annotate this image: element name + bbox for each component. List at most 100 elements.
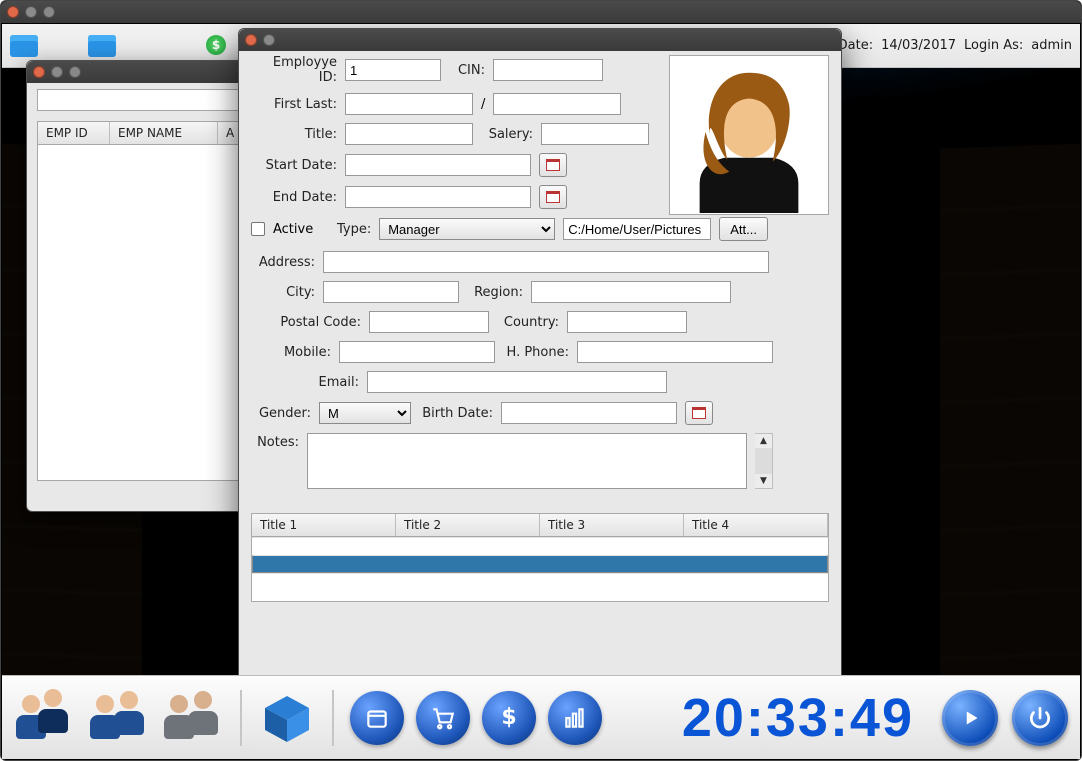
label-mobile: Mobile: — [251, 345, 331, 360]
cin-field[interactable] — [493, 59, 603, 81]
maximize-icon[interactable] — [69, 66, 81, 78]
toolbar-left: $ — [10, 35, 226, 57]
label-notes: Notes: — [251, 433, 299, 450]
notes-field[interactable] — [307, 433, 747, 489]
col-title-1[interactable]: Title 1 — [252, 514, 396, 536]
label-address: Address: — [251, 255, 315, 270]
inventory-icon[interactable] — [258, 689, 316, 747]
close-icon[interactable] — [7, 6, 19, 18]
team-icon[interactable] — [162, 689, 224, 747]
login-label: Login As: — [964, 38, 1023, 53]
minimize-icon[interactable] — [263, 34, 275, 46]
dialog-table[interactable]: Title 1 Title 2 Title 3 Title 4 — [251, 513, 829, 602]
main-titlebar[interactable] — [1, 1, 1081, 23]
table-row[interactable] — [252, 555, 828, 573]
col-emp-id[interactable]: EMP ID — [38, 122, 110, 144]
scroll-up-icon[interactable]: ▲ — [755, 434, 772, 448]
label-title: Title: — [251, 127, 337, 142]
reports-icon[interactable] — [548, 691, 602, 745]
attach-button[interactable]: Att... — [719, 217, 768, 241]
label-first-last: First Last: — [251, 97, 337, 112]
dock-separator — [332, 690, 334, 746]
login-value: admin — [1031, 38, 1072, 53]
label-type: Type: — [329, 222, 371, 237]
active-checkbox[interactable] — [251, 222, 265, 236]
col-title-3[interactable]: Title 3 — [540, 514, 684, 536]
avatar-icon — [670, 55, 828, 214]
label-email: Email: — [251, 375, 359, 390]
scroll-down-icon[interactable]: ▼ — [755, 474, 772, 488]
region-field[interactable] — [531, 281, 731, 303]
last-name-field[interactable] — [493, 93, 621, 115]
label-postal: Postal Code: — [251, 315, 361, 330]
table-row[interactable] — [252, 537, 828, 555]
maximize-icon[interactable] — [43, 6, 55, 18]
dock-separator — [240, 690, 242, 746]
employees-icon[interactable] — [14, 689, 76, 747]
col-emp-name[interactable]: EMP NAME — [110, 122, 218, 144]
name-separator: / — [481, 97, 485, 112]
folder-icon[interactable] — [88, 35, 116, 57]
mobile-field[interactable] — [339, 341, 495, 363]
minimize-icon[interactable] — [25, 6, 37, 18]
calendar-icon — [546, 191, 560, 203]
label-region: Region: — [467, 285, 523, 300]
picture-path-field[interactable] — [563, 218, 711, 240]
close-icon[interactable] — [33, 66, 45, 78]
date-label: Date: — [838, 38, 873, 53]
notes-scrollbar[interactable]: ▲ ▼ — [755, 433, 773, 489]
label-country: Country: — [497, 315, 559, 330]
label-gender: Gender: — [251, 406, 311, 421]
address-field[interactable] — [323, 251, 769, 273]
end-date-field[interactable] — [345, 186, 531, 208]
label-cin: CIN: — [455, 63, 485, 78]
close-icon[interactable] — [245, 34, 257, 46]
dialog-titlebar[interactable] — [239, 29, 841, 51]
label-birth: Birth Date: — [419, 406, 493, 421]
home-phone-field[interactable] — [577, 341, 773, 363]
city-field[interactable] — [323, 281, 459, 303]
finance-icon[interactable]: $ — [482, 691, 536, 745]
label-active: Active — [273, 222, 313, 237]
employee-dialog: Employye ID: CIN: First Last: / Title: — [238, 28, 842, 759]
power-icon[interactable] — [1012, 690, 1068, 746]
end-date-picker-button[interactable] — [539, 185, 567, 209]
orders-icon[interactable] — [350, 691, 404, 745]
postal-field[interactable] — [369, 311, 489, 333]
emp-id-field[interactable] — [345, 59, 441, 81]
client-area: $ Date: 14/03/2017 Login As: admin EMP I… — [2, 24, 1080, 759]
email-field[interactable] — [367, 371, 667, 393]
managers-icon[interactable] — [88, 689, 150, 747]
label-emp-id: Employye ID: — [251, 55, 337, 85]
label-city: City: — [251, 285, 315, 300]
start-date-picker-button[interactable] — [539, 153, 567, 177]
employee-avatar[interactable] — [669, 55, 829, 215]
calendar-icon — [546, 159, 560, 171]
first-name-field[interactable] — [345, 93, 473, 115]
col-title-4[interactable]: Title 4 — [684, 514, 828, 536]
cart-icon[interactable] — [416, 691, 470, 745]
main-window: $ Date: 14/03/2017 Login As: admin EMP I… — [0, 0, 1082, 761]
label-end-date: End Date: — [251, 190, 337, 205]
birth-date-picker-button[interactable] — [685, 401, 713, 425]
salary-field[interactable] — [541, 123, 649, 145]
toolbar-right: Date: 14/03/2017 Login As: admin — [838, 38, 1072, 53]
table-row[interactable] — [252, 573, 828, 601]
label-start-date: Start Date: — [251, 158, 337, 173]
gender-select[interactable]: M — [319, 402, 411, 424]
label-salary: Salery: — [481, 127, 533, 142]
birth-date-field[interactable] — [501, 402, 677, 424]
label-hphone: H. Phone: — [503, 345, 569, 360]
title-field[interactable] — [345, 123, 473, 145]
play-icon[interactable] — [942, 690, 998, 746]
minimize-icon[interactable] — [51, 66, 63, 78]
folder-icon[interactable] — [10, 35, 38, 57]
dock: $ 20:33:49 — [2, 675, 1080, 759]
date-value: 14/03/2017 — [881, 38, 956, 53]
calendar-icon — [692, 407, 706, 419]
country-field[interactable] — [567, 311, 687, 333]
start-date-field[interactable] — [345, 154, 531, 176]
money-icon[interactable]: $ — [206, 35, 226, 55]
col-title-2[interactable]: Title 2 — [396, 514, 540, 536]
type-select[interactable]: Manager — [379, 218, 555, 240]
